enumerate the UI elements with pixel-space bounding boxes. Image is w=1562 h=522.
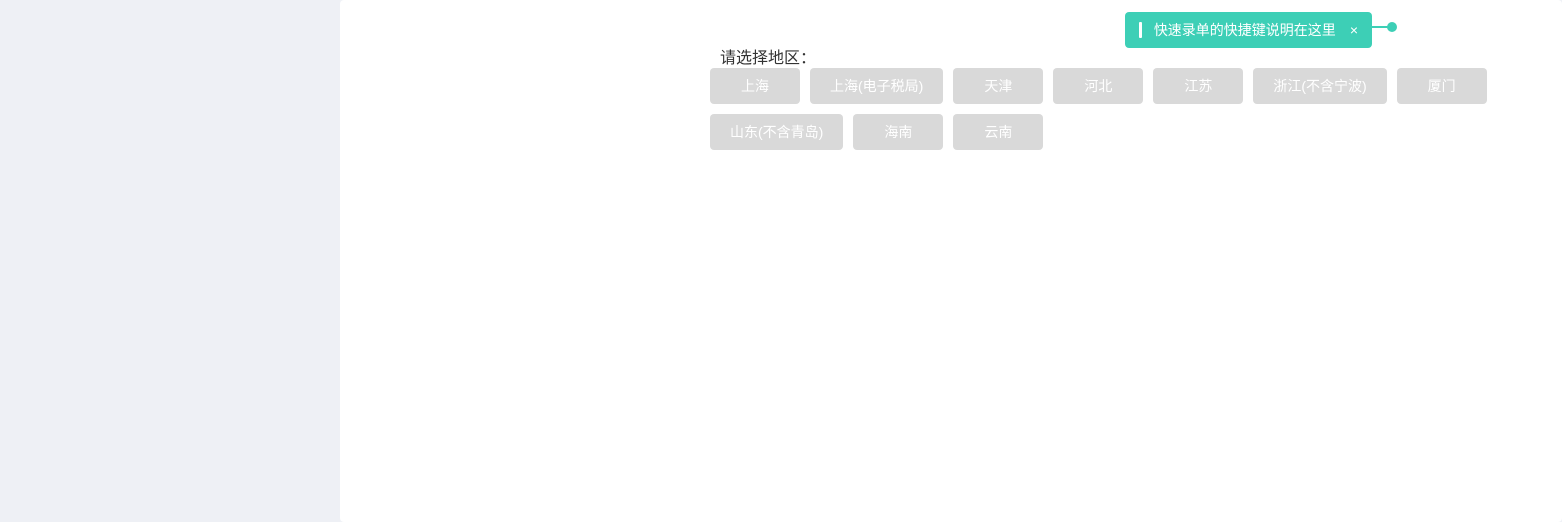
tooltip-text: 快速录单的快捷键说明在这里 bbox=[1154, 20, 1336, 40]
tooltip-banner: 快速录单的快捷键说明在这里 × bbox=[1125, 12, 1372, 48]
page-title: 请选择地区： bbox=[720, 44, 816, 68]
region-btn-shandong[interactable]: 山东(不含青岛) bbox=[710, 114, 843, 150]
region-btn-xiamen[interactable]: 厦门 bbox=[1397, 68, 1487, 104]
region-row-2: 山东(不含青岛) 海南 云南 bbox=[710, 114, 1562, 150]
region-buttons: 上海 上海(电子税局) 天津 河北 江苏 浙江(不含宁波) 厦门 山东(不含青岛… bbox=[710, 68, 1562, 150]
tooltip-dot bbox=[1387, 22, 1397, 32]
region-btn-hebei[interactable]: 河北 bbox=[1053, 68, 1143, 104]
region-btn-shanghai-etax[interactable]: 上海(电子税局) bbox=[810, 68, 943, 104]
region-btn-tianjin[interactable]: 天津 bbox=[953, 68, 1043, 104]
region-row-1: 上海 上海(电子税局) 天津 河北 江苏 浙江(不含宁波) 厦门 bbox=[710, 68, 1562, 104]
sidebar bbox=[0, 0, 340, 522]
region-btn-zhejiang[interactable]: 浙江(不含宁波) bbox=[1253, 68, 1386, 104]
region-btn-shanghai[interactable]: 上海 bbox=[710, 68, 800, 104]
region-btn-hainan[interactable]: 海南 bbox=[853, 114, 943, 150]
tooltip-bar-icon bbox=[1139, 22, 1142, 38]
tooltip-close-button[interactable]: × bbox=[1350, 23, 1358, 37]
region-btn-yunnan[interactable]: 云南 bbox=[953, 114, 1043, 150]
main-content: 请选择地区： 上海 上海(电子税局) 天津 河北 江苏 浙江(不含宁波) 厦门 … bbox=[340, 0, 1562, 522]
region-btn-jiangsu[interactable]: 江苏 bbox=[1153, 68, 1243, 104]
